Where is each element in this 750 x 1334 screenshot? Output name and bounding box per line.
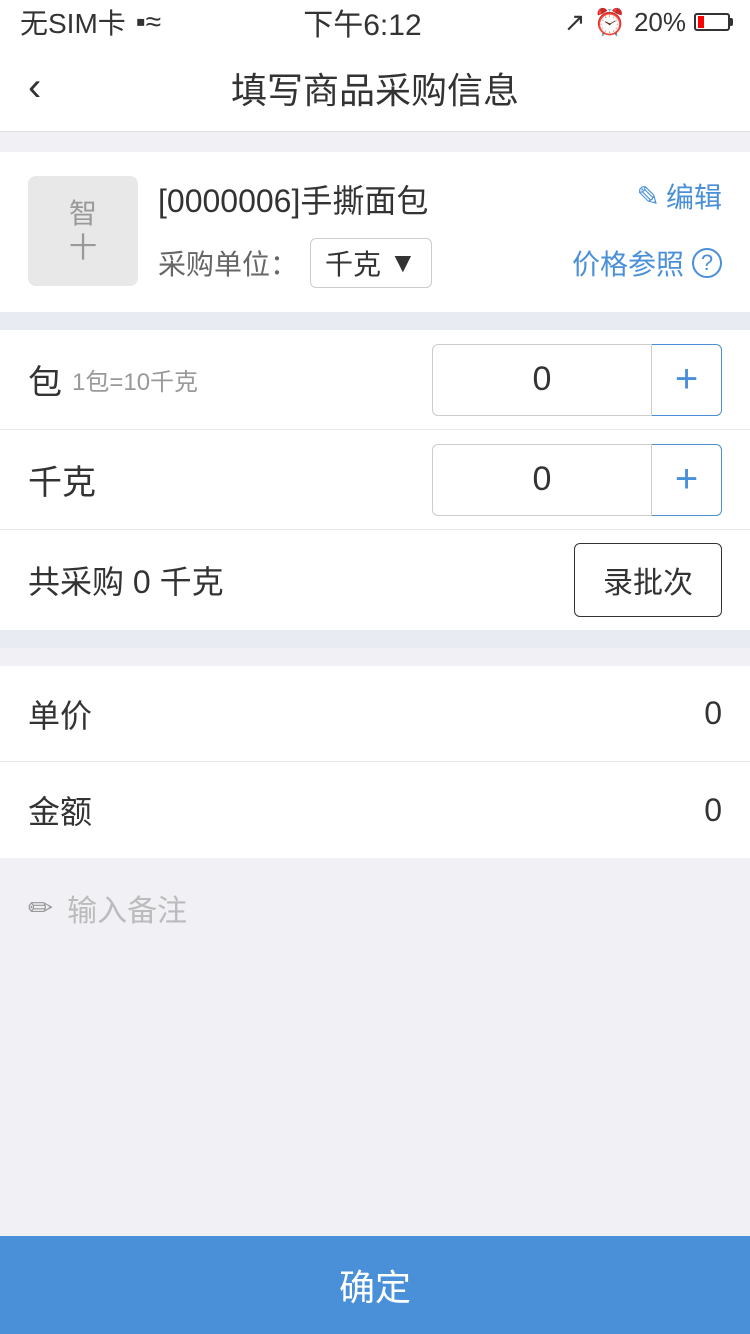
pricing-section: 单价 0 金额 0 (0, 666, 750, 858)
plus-icon: + (675, 357, 698, 402)
amount-row: 金额 0 (0, 762, 750, 858)
section-divider-1 (0, 312, 750, 330)
unit-value: 千克 (325, 243, 381, 283)
page-title: 填写商品采购信息 (231, 62, 519, 114)
question-icon: ? (692, 248, 722, 278)
location-icon: ↗ (564, 7, 586, 38)
price-ref-button[interactable]: 价格参照 ? (572, 243, 722, 283)
battery-tip (730, 18, 733, 26)
bag-plus-button[interactable]: + (652, 344, 722, 416)
product-name: [0000006]手撕面包 (158, 176, 428, 222)
back-button[interactable]: ‹ (28, 65, 41, 110)
carrier-label: 无SIM卡 (20, 2, 126, 42)
bag-input[interactable] (432, 344, 652, 416)
status-left: 无SIM卡 ▪≈ (20, 2, 161, 42)
product-image: 智 十 (28, 176, 138, 286)
remark-row[interactable]: ✏ 输入备注 (0, 858, 750, 958)
section-divider-2 (0, 630, 750, 648)
status-right: ↗ ⏰ 20% (564, 7, 730, 38)
product-logo: 智 十 (69, 197, 97, 264)
plus-icon-2: + (675, 457, 698, 502)
batch-button[interactable]: 录批次 (574, 543, 722, 617)
unit-label: 采购单位： (158, 243, 298, 283)
alarm-icon: ⏰ (594, 7, 626, 38)
summary-row: 共采购 0 千克 录批次 (0, 530, 750, 630)
time-label: 下午6:12 (303, 0, 421, 44)
product-info: [0000006]手撕面包 ✎ 编辑 采购单位： 千克 ▼ 价格参照 ? (158, 176, 722, 288)
dropdown-icon: ▼ (389, 247, 417, 279)
remark-placeholder: 输入备注 (67, 886, 187, 930)
unit-row: 采购单位： 千克 ▼ 价格参照 ? (158, 238, 722, 288)
kg-plus-button[interactable]: + (652, 444, 722, 516)
nav-bar: ‹ 填写商品采购信息 (0, 44, 750, 132)
battery-percent: 20% (634, 7, 686, 38)
edit-icon: ✎ (637, 180, 660, 213)
kg-input[interactable] (432, 444, 652, 516)
edit-button[interactable]: ✎ 编辑 (637, 176, 722, 216)
unit-select[interactable]: 千克 ▼ (310, 238, 432, 288)
amount-label: 金额 (28, 787, 92, 833)
unit-price-label: 单价 (28, 691, 92, 737)
unit-price-value: 0 (704, 695, 722, 732)
kg-input-row: 千克 + (0, 430, 750, 530)
product-card: 智 十 [0000006]手撕面包 ✎ 编辑 采购单位： 千克 ▼ 价格参照 (0, 152, 750, 312)
wifi-icon: ▪≈ (136, 6, 161, 38)
bag-input-row: 包 1包=10千克 + (0, 330, 750, 430)
bag-sublabel: 1包=10千克 (72, 362, 198, 397)
price-ref-label: 价格参照 (572, 243, 684, 283)
bag-label: 包 (28, 355, 62, 404)
unit-price-row: 单价 0 (0, 666, 750, 762)
edit-label: 编辑 (666, 176, 722, 216)
pencil-icon: ✏ (28, 891, 53, 926)
confirm-button[interactable]: 确定 (0, 1236, 750, 1334)
kg-label: 千克 (28, 455, 96, 504)
battery-fill (698, 16, 704, 28)
input-section: 包 1包=10千克 + 千克 + (0, 330, 750, 530)
product-name-row: [0000006]手撕面包 ✎ 编辑 (158, 176, 722, 222)
status-bar: 无SIM卡 ▪≈ 下午6:12 ↗ ⏰ 20% (0, 0, 750, 44)
amount-value: 0 (704, 792, 722, 829)
summary-text: 共采购 0 千克 (28, 557, 224, 603)
battery-icon (694, 13, 730, 31)
